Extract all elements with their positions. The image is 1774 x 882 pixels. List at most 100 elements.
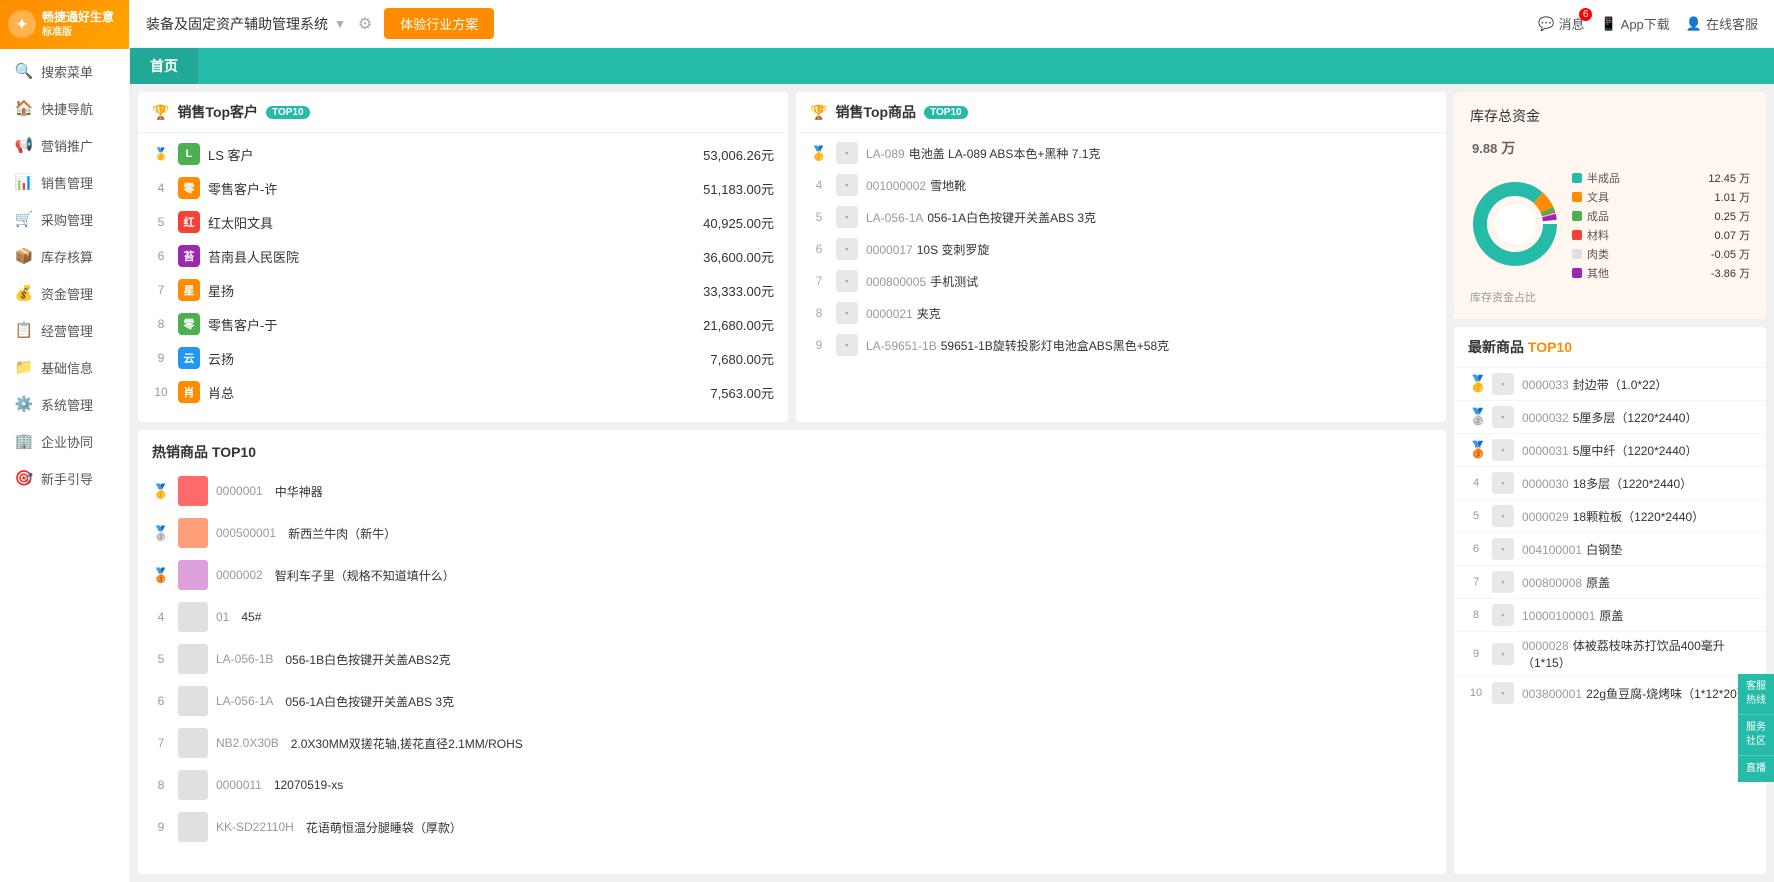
customer-service-button[interactable]: 客服热线 <box>1738 674 1774 715</box>
sidebar-item-finance[interactable]: 💰 资金管理 <box>0 275 129 312</box>
purchase-icon: 🛒 <box>15 210 33 228</box>
product-info: LA-59651-1B59651-1B旋转投影灯电池盒ABS黑色+58克 <box>866 337 1169 354</box>
rank-value: 21,680.00元 <box>703 315 774 334</box>
customer-rank-badge: TOP10 <box>266 106 310 119</box>
legend-item: 材料 0.07 万 <box>1572 227 1750 243</box>
rank-number: 4 <box>1468 477 1484 489</box>
rank-item: 🥇 L LS 客户 53,006.26元 <box>138 137 788 171</box>
sidebar-item-operations[interactable]: 📋 经营管理 <box>0 312 129 349</box>
message-badge: 6 <box>1579 8 1593 21</box>
gear-icon[interactable]: ⚙ <box>358 14 372 34</box>
product-image: ▪ <box>836 238 858 260</box>
rank-avatar: 云 <box>178 347 200 369</box>
system-name-display: 装备及固定资产辅助管理系统 ▼ <box>146 14 346 34</box>
customer-rank-header: 🏆 销售Top客户 TOP10 <box>138 92 788 133</box>
sidebar-item-system[interactable]: ⚙️ 系统管理 <box>0 386 129 423</box>
inventory-panel: 库存总资金 9.88万 <box>1454 92 1766 319</box>
legend-name: 其他 <box>1587 265 1706 281</box>
product-image: ▪ <box>1492 682 1514 704</box>
rank-avatar: 肖 <box>178 381 200 403</box>
inventory-title: 库存总资金 <box>1470 106 1750 126</box>
product-thumbnail <box>178 686 208 716</box>
legend-dot <box>1572 230 1582 240</box>
rank-value: 7,563.00元 <box>710 383 774 402</box>
main-wrapper: 装备及固定资产辅助管理系统 ▼ ⚙ 体验行业方案 💬 消息 6 📱 App下载 … <box>130 0 1774 882</box>
community-button[interactable]: 服务社区 <box>1738 715 1774 756</box>
hot-product-item: 7 NB2.0X30B 2.0X30MM双搓花轴,搓花直径2.1MM/ROHS <box>138 722 1446 764</box>
sidebar-item-label: 新手引导 <box>41 469 93 488</box>
online-service-button[interactable]: 👤 在线客服 <box>1686 14 1758 33</box>
right-area: 库存总资金 9.88万 <box>1454 84 1774 882</box>
sidebar-item-basic[interactable]: 📁 基础信息 <box>0 349 129 386</box>
sidebar-item-label: 企业协同 <box>41 432 93 451</box>
main-content: 🏆 销售Top客户 TOP10 🥇 L LS 客户 53,006.26元 4 <box>130 84 1774 882</box>
prod-rank-item: 4 ▪ 001000002雪地靴 <box>796 169 1446 201</box>
product-thumbnail <box>178 518 208 548</box>
product-name: 12070519-xs <box>274 778 343 792</box>
rank-value: 53,006.26元 <box>703 145 774 164</box>
legend-item: 其他 -3.86 万 <box>1572 265 1750 281</box>
product-code: 0000011 <box>216 778 262 792</box>
rank-customer-name: 肖总 <box>208 383 702 402</box>
hot-product-item: 🥈 000500001 新西兰牛肉（新牛） <box>138 512 1446 554</box>
sidebar-item-search[interactable]: 🔍 搜索菜单 <box>0 53 129 90</box>
operations-icon: 📋 <box>15 321 33 339</box>
trial-button[interactable]: 体验行业方案 <box>384 8 494 39</box>
inventory-chart-row: 半成品 12.45 万 文具 1.01 万 成品 0.25 万 <box>1470 170 1750 281</box>
product-image: ▪ <box>836 270 858 292</box>
product-name: 智利车子里（规格不知道填什么） <box>275 567 455 584</box>
rank-customer-name: 红太阳文具 <box>208 213 695 232</box>
service-icon: 👤 <box>1686 16 1702 32</box>
rank-number: 7 <box>152 283 170 297</box>
dropdown-arrow-icon[interactable]: ▼ <box>334 17 346 31</box>
product-image: ▪ <box>836 174 858 196</box>
app-download-label: App下载 <box>1621 14 1670 33</box>
legend-value: 0.25 万 <box>1715 208 1750 224</box>
sidebar: ✦ 畅捷通好生意 标准版 🔍 搜索菜单 🏠 快捷导航 📢 营销推广 📊 销售管理… <box>0 0 130 882</box>
legend-value: 12.45 万 <box>1708 170 1750 186</box>
tab-home[interactable]: 首页 <box>130 48 198 84</box>
product-name: 2.0X30MM双搓花轴,搓花直径2.1MM/ROHS <box>291 735 523 752</box>
rank-number: 🥇 <box>1468 374 1484 394</box>
rank-value: 36,600.00元 <box>703 247 774 266</box>
product-info: 0000028体被荔枝味苏打饮品400毫升（1*15） <box>1522 637 1752 671</box>
product-name: 056-1B白色按键开关盖ABS2克 <box>285 651 450 668</box>
product-code: 0000002 <box>216 568 263 582</box>
rank-avatar: 红 <box>178 211 200 233</box>
sidebar-item-marketing[interactable]: 📢 营销推广 <box>0 127 129 164</box>
message-button[interactable]: 💬 消息 6 <box>1538 14 1584 33</box>
newest-item: 🥈 ▪ 00000325厘多层（1220*2440） <box>1454 400 1766 433</box>
legend-dot <box>1572 268 1582 278</box>
product-thumbnail <box>178 812 208 842</box>
product-sales-rank-list: 🥇 ▪ LA-089电池盖 LA-089 ABS本色+黑种 7.1克 4 ▪ 0… <box>796 133 1446 365</box>
product-info: LA-056-1A056-1A白色按键开关盖ABS 3克 <box>866 209 1096 226</box>
live-button[interactable]: 直播 <box>1738 756 1774 782</box>
product-info: 000003018多层（1220*2440） <box>1522 475 1692 492</box>
legend-name: 肉类 <box>1587 246 1706 262</box>
rank-item: 8 零 零售客户-于 21,680.00元 <box>138 307 788 341</box>
sidebar-item-guide[interactable]: 🎯 新手引导 <box>0 460 129 497</box>
app-download-button[interactable]: 📱 App下载 <box>1600 14 1669 33</box>
rank-number: 8 <box>1468 609 1484 621</box>
hot-product-item: 6 LA-056-1A 056-1A白色按键开关盖ABS 3克 <box>138 680 1446 722</box>
rank-number: 9 <box>152 351 170 365</box>
sidebar-item-sales[interactable]: 📊 销售管理 <box>0 164 129 201</box>
product-image: ▪ <box>1492 472 1514 494</box>
customer-rank-list: 🥇 L LS 客户 53,006.26元 4 零 零售客户-许 51,183.0… <box>138 133 788 413</box>
marketing-icon: 📢 <box>15 136 33 154</box>
hot-products-panel: 热销商品 TOP10 🥇 0000001 中华神器 🥈 000500001 新西… <box>138 430 1446 874</box>
rank-number: 9 <box>810 338 828 352</box>
sidebar-item-purchase[interactable]: 🛒 采购管理 <box>0 201 129 238</box>
sidebar-item-quick-nav[interactable]: 🏠 快捷导航 <box>0 90 129 127</box>
rank-number: 8 <box>152 317 170 331</box>
sidebar-item-label: 采购管理 <box>41 210 93 229</box>
newest-item: 8 ▪ 10000100001原盖 <box>1454 598 1766 631</box>
sidebar-item-enterprise[interactable]: 🏢 企业协同 <box>0 423 129 460</box>
newest-item: 7 ▪ 000800008原盖 <box>1454 565 1766 598</box>
system-name-text: 装备及固定资产辅助管理系统 <box>146 14 328 34</box>
rank-number: 6 <box>152 694 170 708</box>
customer-rank-title: 销售Top客户 <box>177 102 258 122</box>
legend-name: 文具 <box>1587 189 1710 205</box>
sales-icon: 📊 <box>15 173 33 191</box>
sidebar-item-inventory[interactable]: 📦 库存核算 <box>0 238 129 275</box>
